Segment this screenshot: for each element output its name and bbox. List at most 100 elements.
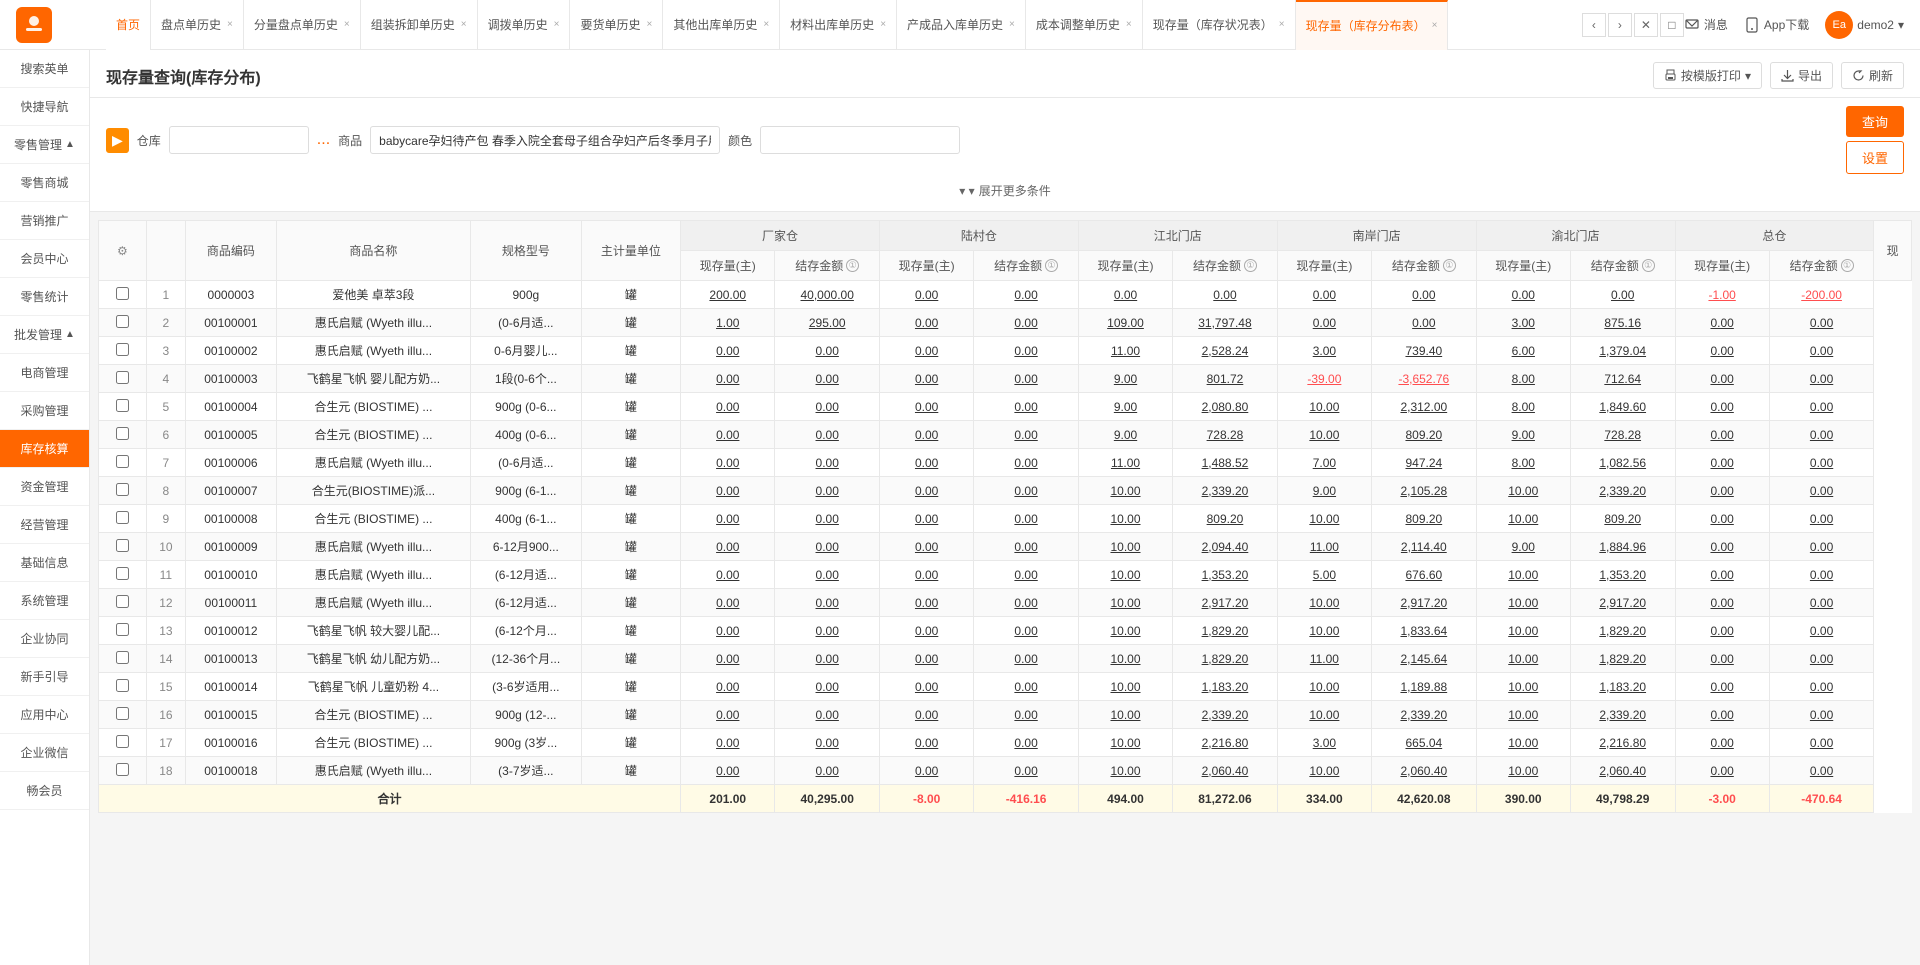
table-cell[interactable] <box>99 421 147 449</box>
row-checkbox[interactable] <box>116 707 129 720</box>
info-icon[interactable]: ① <box>1841 259 1854 272</box>
cell-value[interactable]: 728.28 <box>1604 428 1641 442</box>
row-checkbox[interactable] <box>116 595 129 608</box>
cell-value[interactable]: 0.00 <box>1014 708 1037 722</box>
cell-value[interactable]: 9.00 <box>1114 372 1137 386</box>
cell-value[interactable]: 0.00 <box>1014 764 1037 778</box>
table-cell[interactable] <box>99 449 147 477</box>
cell-value[interactable]: 0.00 <box>1710 708 1733 722</box>
user-area[interactable]: Ea demo2 ▾ <box>1825 11 1904 39</box>
cell-value[interactable]: 0.00 <box>1710 652 1733 666</box>
cell-value[interactable]: 10.00 <box>1309 764 1339 778</box>
table-cell[interactable] <box>99 729 147 757</box>
cell-value[interactable]: 0.00 <box>1810 512 1833 526</box>
cell-value[interactable]: 0.00 <box>816 484 839 498</box>
sidebar-item-[interactable]: 经营管理 <box>0 506 89 544</box>
cell-value[interactable]: 809.20 <box>1604 512 1641 526</box>
cell-value[interactable]: 1,829.20 <box>1599 624 1646 638</box>
cell-value[interactable]: 10.00 <box>1508 764 1538 778</box>
cell-value[interactable]: 0.00 <box>816 736 839 750</box>
filter-expand-btn[interactable]: ▶ <box>106 128 129 153</box>
cell-value[interactable]: 0.00 <box>1710 596 1733 610</box>
table-cell[interactable] <box>99 533 147 561</box>
cell-value[interactable]: 0.00 <box>1014 456 1037 470</box>
cell-value[interactable]: 1,082.56 <box>1599 456 1646 470</box>
cell-value[interactable]: 0.00 <box>915 456 938 470</box>
cell-value[interactable]: 0.00 <box>915 652 938 666</box>
row-checkbox[interactable] <box>116 623 129 636</box>
nav-tab-[interactable]: 首页 <box>106 0 151 50</box>
expand-more-btn[interactable]: ▾ ▾ 展开更多条件 <box>106 178 1904 203</box>
cell-value[interactable]: 0.00 <box>1810 568 1833 582</box>
sidebar-item-[interactable]: 资金管理 <box>0 468 89 506</box>
cell-value[interactable]: 0.00 <box>1412 288 1435 302</box>
cell-value[interactable]: 0.00 <box>1710 568 1733 582</box>
cell-value[interactable]: 2,917.20 <box>1599 596 1646 610</box>
cell-value[interactable]: 665.04 <box>1405 736 1442 750</box>
sidebar-item-[interactable]: 新手引导 <box>0 658 89 696</box>
warehouse-dots[interactable]: ... <box>317 131 330 149</box>
message-btn[interactable]: 消息 <box>1684 16 1728 33</box>
cell-value[interactable]: 0.00 <box>716 428 739 442</box>
cell-value[interactable]: 9.00 <box>1114 428 1137 442</box>
sidebar-item-[interactable]: 零售商城 <box>0 164 89 202</box>
cell-value[interactable]: 0.00 <box>816 764 839 778</box>
cell-value[interactable]: 0.00 <box>1014 372 1037 386</box>
sidebar-item-[interactable]: 库存核算 <box>0 430 89 468</box>
cell-value[interactable]: 2,339.20 <box>1599 708 1646 722</box>
export-btn[interactable]: 导出 <box>1770 62 1833 89</box>
row-checkbox[interactable] <box>116 679 129 692</box>
cell-value[interactable]: 109.00 <box>1107 316 1144 330</box>
cell-value[interactable]: 11.00 <box>1111 344 1140 358</box>
cell-value[interactable]: 2,145.64 <box>1400 652 1447 666</box>
cell-value[interactable]: 0.00 <box>1810 708 1833 722</box>
cell-value[interactable]: 0.00 <box>915 624 938 638</box>
cell-value[interactable]: 1,189.88 <box>1400 680 1447 694</box>
cell-value[interactable]: 3.00 <box>1512 316 1535 330</box>
cell-value[interactable]: 9.00 <box>1512 428 1535 442</box>
cell-value[interactable]: 10.00 <box>1309 512 1339 526</box>
cell-value[interactable]: 10.00 <box>1309 680 1339 694</box>
cell-value[interactable]: 0.00 <box>1810 764 1833 778</box>
cell-value[interactable]: 0.00 <box>1810 428 1833 442</box>
cell-value[interactable]: 0.00 <box>1313 316 1336 330</box>
cell-value[interactable]: 0.00 <box>816 372 839 386</box>
cell-value[interactable]: 10.00 <box>1508 484 1538 498</box>
row-checkbox[interactable] <box>116 567 129 580</box>
nav-tab-[interactable]: 产成品入库单历史× <box>897 0 1026 50</box>
sidebar-item-[interactable]: 零售统计 <box>0 278 89 316</box>
cell-value[interactable]: 2,339.20 <box>1400 708 1447 722</box>
cell-value[interactable]: 0.00 <box>1710 624 1733 638</box>
print-btn[interactable]: 按模版打印 ▾ <box>1653 62 1762 89</box>
cell-value[interactable]: 3.00 <box>1313 736 1336 750</box>
cell-value[interactable]: 2,060.40 <box>1599 764 1646 778</box>
cell-value[interactable]: 0.00 <box>1512 288 1535 302</box>
cell-value[interactable]: 0.00 <box>915 512 938 526</box>
cell-value[interactable]: 10.00 <box>1508 512 1538 526</box>
close-tab-icon[interactable]: × <box>763 19 769 30</box>
cell-value[interactable]: 11.00 <box>1111 456 1140 470</box>
table-cell[interactable] <box>99 365 147 393</box>
cell-value[interactable]: 0.00 <box>716 512 739 526</box>
row-checkbox[interactable] <box>116 427 129 440</box>
cell-value[interactable]: 2,060.40 <box>1202 764 1249 778</box>
sidebar-item-[interactable]: 会员中心 <box>0 240 89 278</box>
sidebar-item-[interactable]: 应用中心 <box>0 696 89 734</box>
cell-value[interactable]: 0.00 <box>1710 736 1733 750</box>
cell-value[interactable]: 0.00 <box>816 344 839 358</box>
close-tab-icon[interactable]: × <box>344 19 350 30</box>
cell-value[interactable]: 1.00 <box>716 316 739 330</box>
row-checkbox[interactable] <box>116 455 129 468</box>
info-icon[interactable]: ① <box>846 259 859 272</box>
cell-value[interactable]: 9.00 <box>1512 540 1535 554</box>
table-cell[interactable] <box>99 673 147 701</box>
cell-value[interactable]: 2,105.28 <box>1400 484 1447 498</box>
cell-value[interactable]: 0.00 <box>716 568 739 582</box>
row-checkbox[interactable] <box>116 539 129 552</box>
cell-value[interactable]: 0.00 <box>915 736 938 750</box>
table-cell[interactable] <box>99 505 147 533</box>
cell-value[interactable]: 10.00 <box>1110 652 1140 666</box>
cell-value[interactable]: 0.00 <box>1014 652 1037 666</box>
cell-value[interactable]: 10.00 <box>1309 400 1339 414</box>
cell-value[interactable]: 1,379.04 <box>1599 344 1646 358</box>
